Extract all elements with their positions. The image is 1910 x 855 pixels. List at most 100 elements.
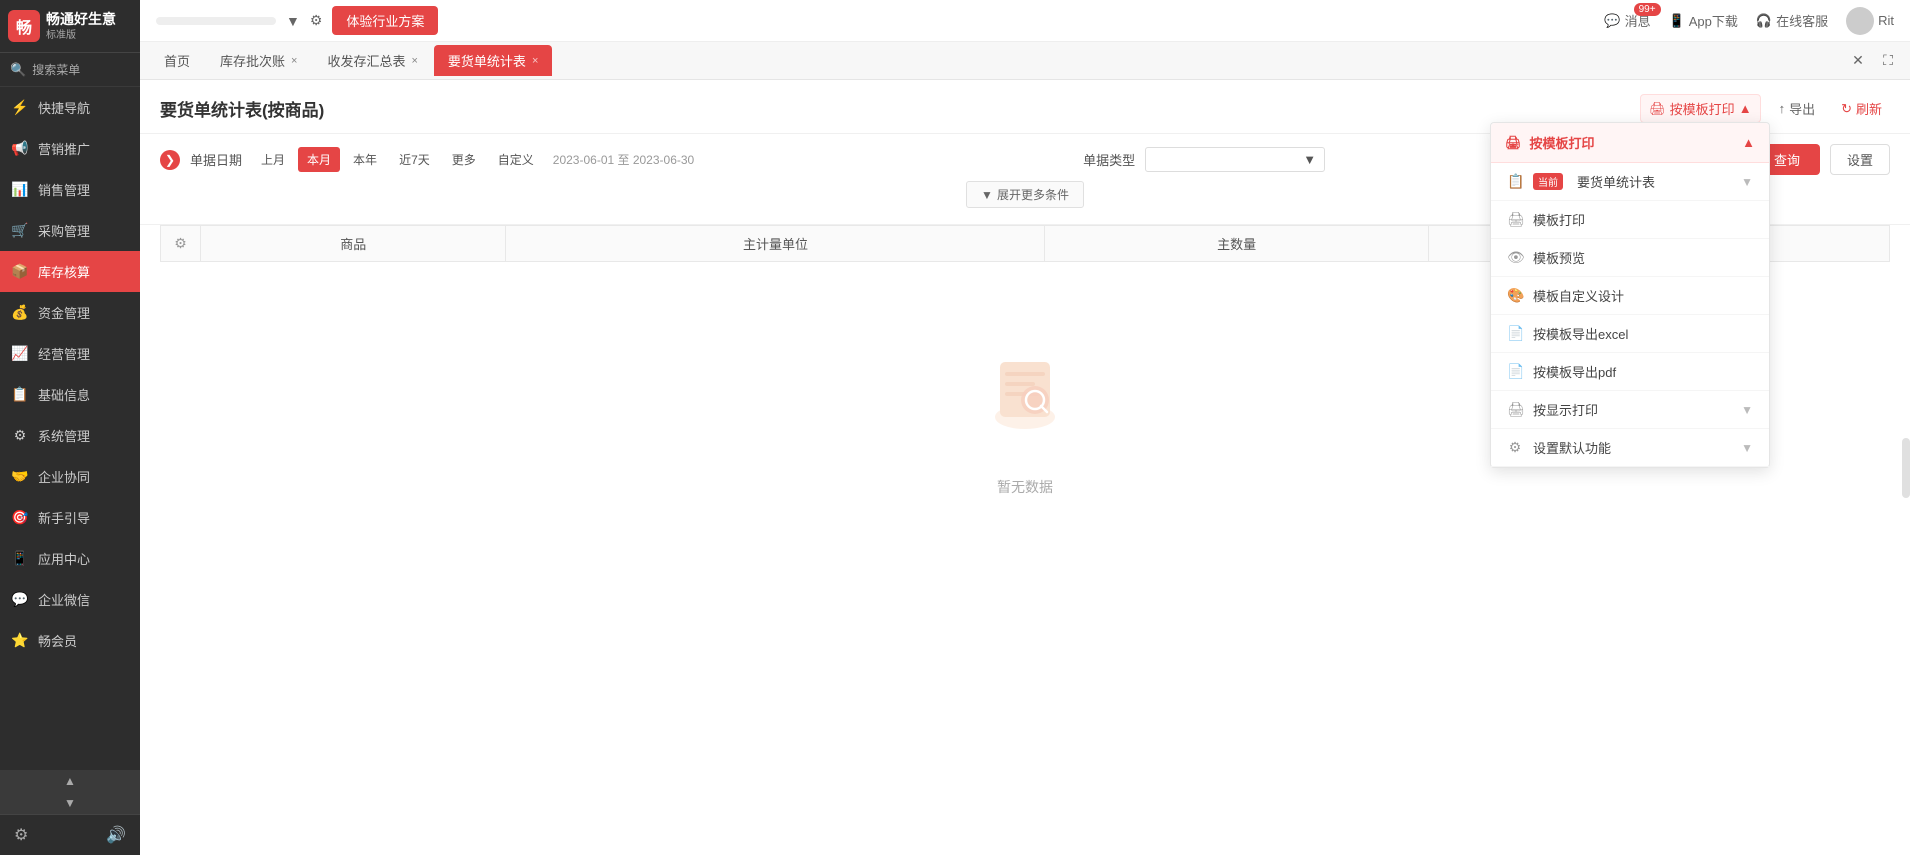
col-product: 商品 — [201, 226, 506, 262]
sales-icon: 📊 — [10, 181, 30, 198]
refresh-label: 刷新 — [1856, 99, 1882, 118]
more-dates-btn[interactable]: 更多 — [443, 147, 485, 172]
display-print-icon: 🖨 — [1507, 401, 1523, 418]
dropdown-header: 🖨 按模板打印 ▲ — [1491, 123, 1769, 163]
online-support-btn[interactable]: 🎧 在线客服 — [1756, 11, 1828, 30]
app-download-label: App下载 — [1689, 11, 1738, 30]
template-preview-label: 模板预览 — [1533, 248, 1585, 267]
expand-more-btn[interactable]: ▼ 展开更多条件 — [966, 181, 1084, 208]
sidebar-item-basic[interactable]: 📋 基础信息 — [0, 374, 140, 415]
sidebar-item-marketing[interactable]: 📢 营销推广 — [0, 128, 140, 169]
close-tab-btn[interactable]: ✕ — [1846, 49, 1870, 73]
inventory-icon: 📦 — [10, 263, 30, 280]
sidebar-scroll-up[interactable]: ▲ — [0, 770, 140, 792]
sidebar-scroll-down[interactable]: ▼ — [0, 792, 140, 814]
last-7days-btn[interactable]: 近7天 — [390, 147, 439, 172]
sidebar-item-finance[interactable]: 💰 资金管理 — [0, 292, 140, 333]
tab-receivables[interactable]: 收发存汇总表 × — [313, 45, 431, 76]
search-icon: 🔍 — [10, 62, 26, 78]
expand-icon: ▼ — [981, 188, 993, 202]
main-area: ▼ ⚙ 体验行业方案 💬 消息 99+ 📱 App下载 🎧 在线客服 Rit — [140, 0, 1910, 855]
sidebar-item-purchase[interactable]: 🛒 采购管理 — [0, 210, 140, 251]
col-quantity: 主数量 — [1045, 226, 1428, 262]
collapse-filter-btn[interactable]: ❯ — [160, 150, 180, 170]
settings-icon[interactable]: ⚙ — [14, 825, 28, 845]
scrollbar[interactable] — [1902, 438, 1910, 498]
close-inventory-batch-icon[interactable]: × — [291, 55, 297, 67]
current-year-btn[interactable]: 本年 — [344, 147, 386, 172]
custom-date-btn[interactable]: 自定义 — [489, 147, 543, 172]
nav-label: 系统管理 — [38, 426, 90, 445]
sidebar-logo: 畅 畅通好生意 标准版 — [0, 0, 140, 53]
online-support-label: 在线客服 — [1776, 11, 1828, 30]
default-func-item[interactable]: ⚙ 设置默认功能 ▼ — [1491, 429, 1769, 467]
doc-type-label: 单据类型 — [1083, 150, 1135, 169]
message-icon: 💬 — [1604, 13, 1620, 29]
sidebar-search[interactable]: 🔍 搜索菜单 — [0, 53, 140, 87]
date-range-display: 2023-06-01 至 2023-06-30 — [553, 151, 694, 168]
display-print-label: 按显示打印 — [1533, 400, 1598, 419]
dropdown-arrow-icon[interactable]: ▼ — [286, 13, 300, 29]
print-dropdown-btn[interactable]: 🖨 按模板打印 ▲ — [1640, 94, 1760, 123]
topbar-search — [156, 17, 276, 25]
dropdown-close-icon[interactable]: ▲ — [1742, 135, 1755, 150]
sidebar-item-system[interactable]: ⚙ 系统管理 — [0, 415, 140, 456]
sidebar-item-sales[interactable]: 📊 销售管理 — [0, 169, 140, 210]
current-icon: 📋 — [1507, 173, 1523, 190]
template-custom-item[interactable]: 🎨 模板自定义设计 — [1491, 277, 1769, 315]
doc-type-select[interactable]: ▼ — [1145, 147, 1325, 172]
tab-inventory-batch[interactable]: 库存批次账 × — [206, 45, 311, 76]
receivables-label: 收发存汇总表 — [327, 51, 405, 70]
sidebar-item-wechat[interactable]: 💬 企业微信 — [0, 579, 140, 620]
template-custom-label: 模板自定义设计 — [1533, 286, 1624, 305]
nav-label: 新手引导 — [38, 508, 90, 527]
export-excel-item[interactable]: 📄 按模板导出excel — [1491, 315, 1769, 353]
sidebar-item-quicknav[interactable]: ⚡ 快捷导航 — [0, 87, 140, 128]
app-icon: 📱 — [1669, 13, 1685, 29]
close-receivables-icon[interactable]: × — [411, 55, 417, 67]
sidebar-item-newguide[interactable]: 🎯 新手引导 — [0, 497, 140, 538]
sidebar-item-member[interactable]: ⭐ 畅会员 — [0, 620, 140, 661]
export-pdf-item[interactable]: 📄 按模板导出pdf — [1491, 353, 1769, 391]
last-month-btn[interactable]: 上月 — [252, 147, 294, 172]
gear-icon[interactable]: ⚙ — [310, 12, 323, 29]
logo-sub-text: 标准版 — [46, 29, 116, 42]
messages-btn[interactable]: 💬 消息 99+ — [1604, 11, 1650, 30]
nav-label: 企业微信 — [38, 590, 90, 609]
current-template-item[interactable]: 📋 当前 要货单统计表 ▼ — [1491, 163, 1769, 201]
nav-label: 应用中心 — [38, 549, 90, 568]
tab-home[interactable]: 首页 — [150, 45, 204, 76]
expand-label: 展开更多条件 — [997, 186, 1069, 203]
template-print-item[interactable]: 🖨 模板打印 — [1491, 201, 1769, 239]
refresh-btn[interactable]: ↻ 刷新 — [1833, 95, 1890, 122]
sidebar-nav: ⚡ 快捷导航 📢 营销推广 📊 销售管理 🛒 采购管理 📦 库存核算 💰 资金管… — [0, 87, 140, 770]
user-avatar[interactable]: Rit — [1846, 7, 1894, 35]
sidebar-item-inventory[interactable]: 📦 库存核算 — [0, 251, 140, 292]
support-icon: 🎧 — [1756, 13, 1772, 29]
app-download-btn[interactable]: 📱 App下载 — [1669, 11, 1738, 30]
maximize-btn[interactable]: ⛶ — [1876, 49, 1900, 73]
sidebar-item-appcenter[interactable]: 📱 应用中心 — [0, 538, 140, 579]
display-print-chevron: ▼ — [1741, 403, 1753, 417]
empty-text: 暂无数据 — [997, 477, 1053, 497]
nav-label: 资金管理 — [38, 303, 90, 322]
tab-order-stats[interactable]: 要货单统计表 × — [434, 45, 552, 76]
sidebar-item-collab[interactable]: 🤝 企业协同 — [0, 456, 140, 497]
sidebar-item-operation[interactable]: 📈 经营管理 — [0, 333, 140, 374]
display-print-item[interactable]: 🖨 按显示打印 ▼ — [1491, 391, 1769, 429]
current-month-btn[interactable]: 本月 — [298, 147, 340, 172]
settings-btn[interactable]: 设置 — [1830, 144, 1890, 175]
template-preview-item[interactable]: 👁 模板预览 — [1491, 239, 1769, 277]
avatar-image — [1846, 7, 1874, 35]
volume-icon[interactable]: 🔊 — [106, 825, 126, 845]
export-btn[interactable]: ↑ 导出 — [1771, 95, 1824, 122]
close-order-stats-icon[interactable]: × — [532, 55, 538, 67]
refresh-icon: ↻ — [1841, 101, 1852, 117]
tabs-bar: 首页 库存批次账 × 收发存汇总表 × 要货单统计表 × ✕ ⛶ — [140, 42, 1910, 80]
nav-label: 营销推广 — [38, 139, 90, 158]
template-preview-icon: 👁 — [1507, 249, 1523, 266]
experience-btn[interactable]: 体验行业方案 — [332, 6, 438, 35]
inventory-batch-label: 库存批次账 — [220, 51, 285, 70]
table-settings-icon[interactable]: ⚙ — [174, 235, 187, 251]
export-excel-icon: 📄 — [1507, 325, 1523, 342]
